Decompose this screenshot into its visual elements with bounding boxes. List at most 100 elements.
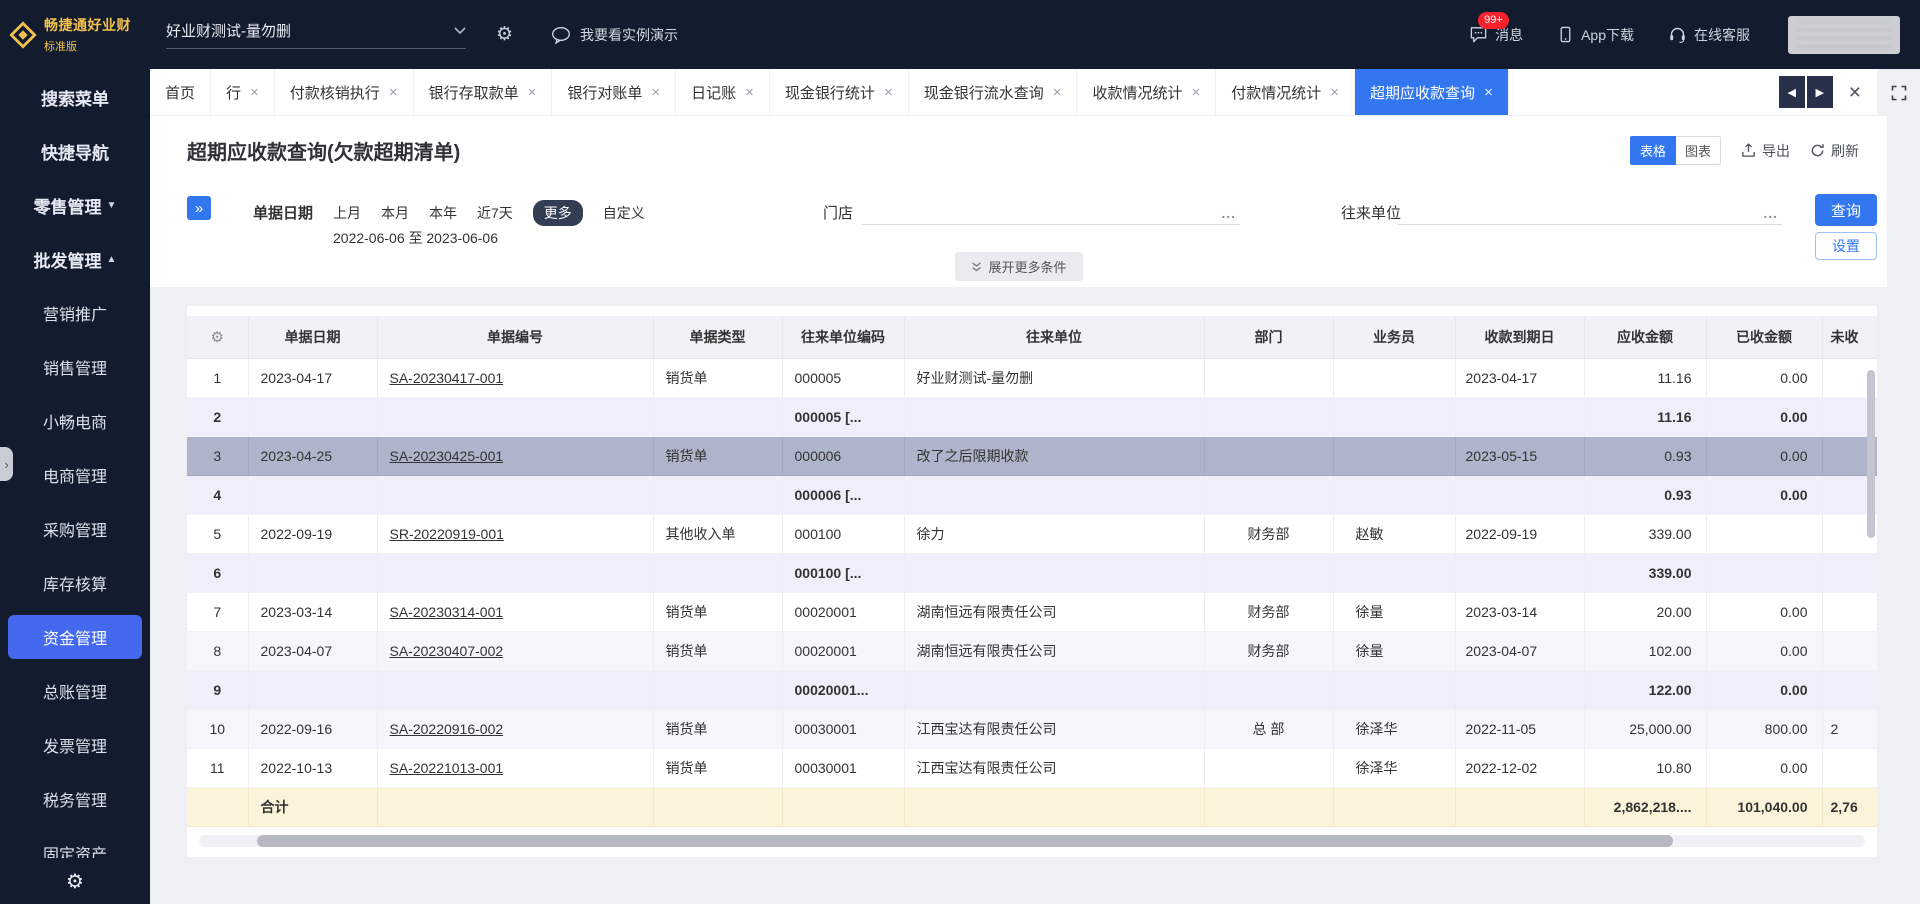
column-settings-header[interactable]: ⚙ <box>187 316 249 359</box>
quick-option-this-month[interactable]: 本月 <box>381 203 409 223</box>
settings-button[interactable]: 设置 <box>1815 232 1877 260</box>
user-account-redacted[interactable] <box>1788 15 1900 54</box>
tab-close-icon[interactable]: × <box>1330 84 1339 101</box>
topbar-gear-icon[interactable]: ⚙ <box>496 23 513 46</box>
partner-picker-ellipsis[interactable]: ... <box>1763 205 1778 221</box>
quick-option-last-7-days[interactable]: 近7天 <box>477 203 513 223</box>
doc-link[interactable]: SR-20220919-001 <box>390 526 504 542</box>
table-row[interactable]: 8 2023-04-07 SA-20230407-002 销货单 00020001 湖南恒… <box>187 631 1877 671</box>
table-row[interactable]: 5 2022-09-19 SR-20220919-001 其他收入单 000100 徐力财… <box>187 514 1877 554</box>
view-chart-button[interactable]: 图表 <box>1675 136 1721 165</box>
quick-option-last-month[interactable]: 上月 <box>333 203 361 223</box>
column-header-doc-type[interactable]: 单据类型 <box>653 316 783 359</box>
sidebar-item-ecommerce[interactable]: 电商管理 <box>8 453 142 497</box>
tab-close-icon[interactable]: × <box>884 84 893 101</box>
tab-cash-bank-stats[interactable]: 现金银行统计 × <box>770 69 909 115</box>
tab-close-icon[interactable]: × <box>1053 84 1062 101</box>
tab-journal[interactable]: 日记账 × <box>676 69 770 115</box>
table-row[interactable]: 11 2022-10-13 SA-20221013-001 销货单 00030001 江西… <box>187 748 1877 788</box>
column-header-doc-date[interactable]: 单据日期 <box>248 316 378 359</box>
table-row[interactable]: 2 000005 [... 11.16 0.00 <box>187 397 1877 437</box>
tab-close-icon[interactable]: × <box>528 84 537 101</box>
view-table-button[interactable]: 表格 <box>1629 136 1676 165</box>
refresh-button[interactable]: 刷新 <box>1810 141 1859 161</box>
quick-option-more[interactable]: 更多 <box>532 200 583 226</box>
tab-home[interactable]: 首页 <box>150 69 212 115</box>
sidebar-settings-gear-icon[interactable]: ⚙ <box>0 858 150 904</box>
messages-button[interactable]: 99+ 消息 <box>1469 11 1523 45</box>
table-row[interactable]: 1 2023-04-17 SA-20230417-001 销货单 000005 好业财测试… <box>187 358 1877 398</box>
doc-link[interactable]: SA-20230314-001 <box>390 604 504 620</box>
app-download-button[interactable]: App下载 <box>1557 25 1634 45</box>
sidebar-item-general-ledger[interactable]: 总账管理 <box>8 669 142 713</box>
table-total-row[interactable]: 合计 2,862,218.... 101,040.00 2,76 <box>187 786 1877 827</box>
sidebar-item-inventory[interactable]: 库存核算 <box>8 561 142 605</box>
tab-close-icon[interactable]: × <box>1484 84 1493 101</box>
tab-receipt-stats[interactable]: 收款情况统计 × <box>1077 69 1217 115</box>
tab-scroll-left-button[interactable]: ◀ <box>1778 76 1805 108</box>
tab-overdue-receivables[interactable]: 超期应收款查询 × <box>1355 69 1509 115</box>
sidebar-item-search-menu[interactable]: 搜索菜单 <box>8 75 142 119</box>
doc-link[interactable]: SA-20221013-001 <box>390 760 504 776</box>
expand-filter-panel-button[interactable]: » <box>187 196 211 220</box>
doc-link[interactable]: SA-20230417-001 <box>390 370 504 386</box>
tab-payment-stats[interactable]: 付款情况统计 × <box>1216 69 1356 115</box>
tab-bank-reconciliation[interactable]: 银行对账单 × <box>552 69 677 115</box>
store-picker-ellipsis[interactable]: ... <box>1221 205 1236 221</box>
search-button[interactable]: 查询 <box>1815 194 1877 226</box>
sidebar-item-marketing[interactable]: 营销推广 <box>8 291 142 335</box>
column-header-partner[interactable]: 往来单位 <box>904 316 1205 359</box>
column-header-salesperson[interactable]: 业务员 <box>1333 316 1456 359</box>
column-header-received[interactable]: 已收金额 <box>1706 316 1823 359</box>
column-header-unreceived[interactable]: 未收 <box>1822 316 1877 359</box>
table-row[interactable]: 3 2023-04-25 SA-20230425-001 销货单 000006 改了之后限… <box>187 436 1877 476</box>
date-range-value[interactable]: 2022-06-06 至 2023-06-06 <box>333 228 498 248</box>
sidebar-item-funds[interactable]: 资金管理 <box>8 615 142 659</box>
org-selector-dropdown[interactable]: 好业财测试-量勿删 <box>166 20 466 49</box>
export-button[interactable]: 导出 <box>1741 141 1790 161</box>
sidebar-item-wholesale[interactable]: 批发管理 ▲ <box>8 237 142 281</box>
tab-scroll-right-button[interactable]: ▶ <box>1806 76 1833 108</box>
table-row[interactable]: 9 00020001... 122.00 0.00 <box>187 670 1877 710</box>
quick-option-custom[interactable]: 自定义 <box>603 203 645 223</box>
tab-cash-bank-flow[interactable]: 现金银行流水查询 × <box>909 69 1078 115</box>
column-header-receivable[interactable]: 应收金额 <box>1584 316 1707 359</box>
column-header-doc-no[interactable]: 单据编号 <box>377 316 654 359</box>
sidebar-item-purchasing[interactable]: 采购管理 <box>8 507 142 551</box>
fullscreen-icon[interactable] <box>1877 69 1920 116</box>
horizontal-scrollbar-thumb[interactable] <box>257 834 1674 847</box>
tab-close-icon[interactable]: × <box>389 84 398 101</box>
tab-clipped[interactable]: 行 × <box>211 69 275 115</box>
panel-collapse-handle[interactable]: › <box>0 447 13 481</box>
tab-payment-writeoff[interactable]: 付款核销执行 × <box>275 69 414 115</box>
table-row[interactable]: 4 000006 [... 0.93 0.00 <box>187 475 1877 515</box>
tab-close-icon[interactable]: × <box>250 84 259 101</box>
table-row[interactable]: 7 2023-03-14 SA-20230314-001 销货单 00020001 湖南恒… <box>187 592 1877 632</box>
quick-option-this-year[interactable]: 本年 <box>429 203 457 223</box>
column-header-dept[interactable]: 部门 <box>1204 316 1334 359</box>
column-header-due-date[interactable]: 收款到期日 <box>1455 316 1585 359</box>
partner-filter-input[interactable]: ... <box>1398 198 1782 225</box>
close-all-tabs-icon[interactable]: × <box>1849 82 1861 103</box>
expand-more-conditions-button[interactable]: 展开更多条件 <box>954 252 1083 281</box>
table-row[interactable]: 6 000100 [... 339.00 <box>187 553 1877 593</box>
store-filter-input[interactable]: ... <box>862 198 1240 225</box>
online-service-button[interactable]: 在线客服 <box>1668 25 1750 45</box>
tab-close-icon[interactable]: × <box>651 84 660 101</box>
sidebar-item-xiaochang-ecommerce[interactable]: 小畅电商 <box>8 399 142 443</box>
tab-close-icon[interactable]: × <box>1192 84 1201 101</box>
sidebar-item-invoices[interactable]: 发票管理 <box>8 723 142 767</box>
horizontal-scrollbar-track[interactable] <box>199 834 1865 847</box>
vertical-scrollbar-thumb[interactable] <box>1867 370 1875 538</box>
doc-link[interactable]: SA-20230407-002 <box>390 643 504 659</box>
demo-link[interactable]: 我要看实例演示 <box>551 25 678 45</box>
tab-close-icon[interactable]: × <box>745 84 754 101</box>
column-header-partner-code[interactable]: 往来单位编码 <box>782 316 905 359</box>
sidebar-item-quick-nav[interactable]: 快捷导航 <box>8 129 142 173</box>
doc-link[interactable]: SA-20230425-001 <box>390 448 504 464</box>
table-row[interactable]: 10 2022-09-16 SA-20220916-002 销货单 00030001 江西… <box>187 709 1877 749</box>
sidebar-item-sales[interactable]: 销售管理 <box>8 345 142 389</box>
sidebar-item-tax[interactable]: 税务管理 <box>8 777 142 821</box>
tab-bank-deposit[interactable]: 银行存取款单 × <box>414 69 553 115</box>
sidebar-item-retail[interactable]: 零售管理 ▼ <box>8 183 142 227</box>
